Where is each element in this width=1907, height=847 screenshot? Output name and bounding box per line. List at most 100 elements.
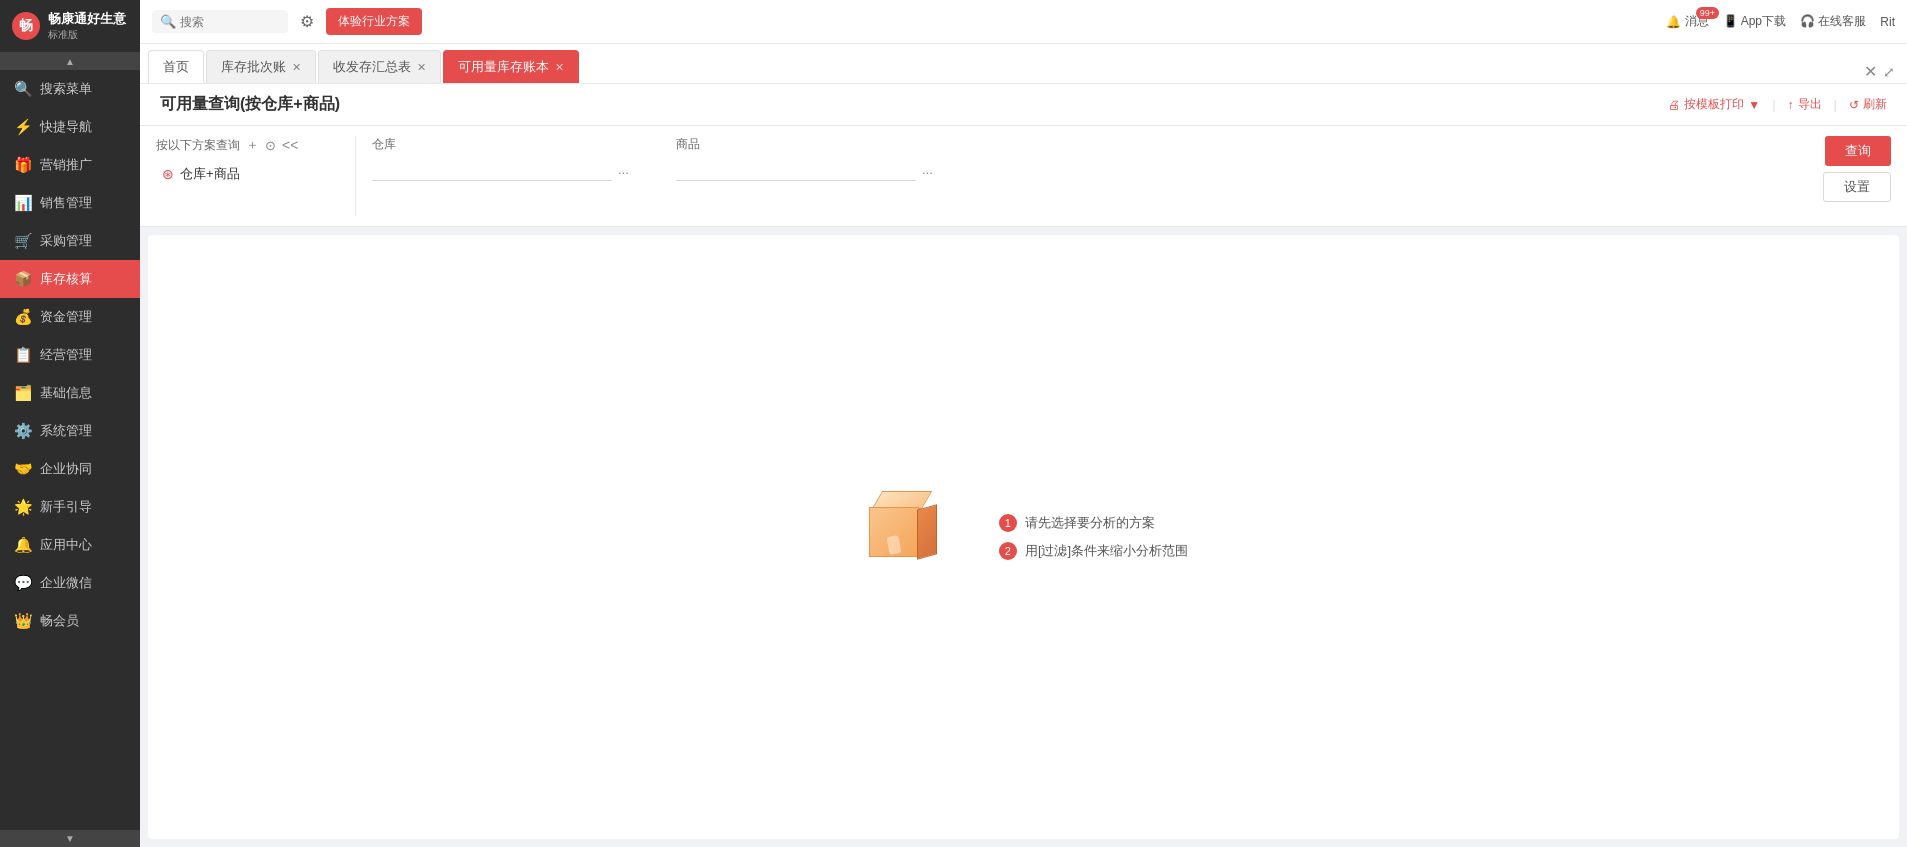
warehouse-input-row: ...: [372, 157, 652, 181]
goods-more-button[interactable]: ...: [922, 162, 933, 177]
sidebar-item-wechat[interactable]: 💬 企业微信: [0, 564, 140, 602]
sidebar-item-operations[interactable]: 📋 经营管理: [0, 336, 140, 374]
collapse-button[interactable]: <<: [282, 137, 298, 153]
chevron-down-icon: ▼: [1748, 98, 1760, 112]
column-settings-button[interactable]: 设置: [1823, 172, 1891, 202]
nav-icon-purchase: 🛒: [14, 232, 32, 250]
goods-input-row: ...: [676, 157, 956, 181]
gear-icon[interactable]: ⚙: [296, 8, 318, 35]
sidebar-item-purchase[interactable]: 🛒 采购管理: [0, 222, 140, 260]
tab-home[interactable]: 首页: [148, 50, 204, 83]
tab-available[interactable]: 可用量库存账本 ✕: [443, 50, 579, 83]
sidebar-title-block: 畅康通好生意 标准版: [48, 10, 126, 42]
scheme-label: 按以下方案查询 ＋ ⊙ <<: [156, 136, 343, 154]
tab-close-available[interactable]: ✕: [555, 61, 564, 74]
nav-icon-shortcuts: ⚡: [14, 118, 32, 136]
tabs-bar: 首页 库存批次账 ✕ 收发存汇总表 ✕ 可用量库存账本 ✕ ✕ ⤢: [140, 44, 1907, 84]
tip-number-2: 2: [999, 542, 1017, 560]
online-service-button[interactable]: 🎧 在线客服: [1800, 13, 1866, 30]
sidebar-item-enterprise[interactable]: 🤝 企业协同: [0, 450, 140, 488]
search-input[interactable]: [180, 15, 280, 29]
nav-label-basic: 基础信息: [40, 384, 92, 402]
sidebar-app-title: 畅康通好生意: [48, 10, 126, 28]
tab-label-home: 首页: [163, 58, 189, 76]
nav-label-inventory: 库存核算: [40, 270, 92, 288]
empty-tip-1: 1 请先选择要分析的方案: [999, 514, 1188, 532]
expand-button[interactable]: ⤢: [1883, 64, 1895, 80]
sidebar-item-appstore[interactable]: 🔔 应用中心: [0, 526, 140, 564]
nav-label-sales: 销售管理: [40, 194, 92, 212]
user-menu-button[interactable]: Rit: [1880, 15, 1895, 29]
refresh-icon: ↺: [1849, 98, 1859, 112]
empty-state: 1 请先选择要分析的方案 2 用[过滤]条件来缩小分析范围: [148, 235, 1899, 839]
warehouse-input[interactable]: [372, 157, 612, 181]
settings-scheme-button[interactable]: ⊙: [265, 138, 276, 153]
sidebar-item-marketing[interactable]: 🎁 营销推广: [0, 146, 140, 184]
tab-summary[interactable]: 收发存汇总表 ✕: [318, 50, 441, 83]
sidebar-nav: 🔍 搜索菜单 ⚡ 快捷导航 🎁 营销推广 📊 销售管理 🛒 采购管理 📦 库存核…: [0, 70, 140, 830]
sidebar-version: 标准版: [48, 28, 126, 42]
warehouse-filter-group: 仓库 ...: [372, 136, 652, 181]
nav-icon-operations: 📋: [14, 346, 32, 364]
nav-label-member: 畅会员: [40, 612, 79, 630]
add-scheme-button[interactable]: ＋: [246, 136, 259, 154]
goods-label: 商品: [676, 136, 956, 153]
topbar-search-box: 🔍: [152, 10, 288, 33]
sidebar-item-shortcuts[interactable]: ⚡ 快捷导航: [0, 108, 140, 146]
query-button[interactable]: 查询: [1825, 136, 1891, 166]
sidebar-item-system[interactable]: ⚙️ 系统管理: [0, 412, 140, 450]
sidebar-header: 畅 畅康通好生意 标准版: [0, 0, 140, 53]
nav-icon-system: ⚙️: [14, 422, 32, 440]
tab-close-summary[interactable]: ✕: [417, 61, 426, 74]
sidebar-item-search[interactable]: 🔍 搜索菜单: [0, 70, 140, 108]
app-download-button[interactable]: 📱 App下载: [1723, 13, 1786, 30]
box-3d-icon: [859, 487, 939, 567]
nav-icon-marketing: 🎁: [14, 156, 32, 174]
nav-label-shortcuts: 快捷导航: [40, 118, 92, 136]
main-area: 🔍 ⚙ 体验行业方案 🔔 消息 99+ 📱 App下载 🎧 在线客服 Rit: [140, 0, 1907, 847]
nav-icon-search: 🔍: [14, 80, 32, 98]
page-header: 可用量查询(按仓库+商品) 🖨 按模板打印 ▼ | ↑ 导出 | ↺ 刷新: [140, 84, 1907, 126]
nav-icon-basic: 🗂️: [14, 384, 32, 402]
industry-solution-button[interactable]: 体验行业方案: [326, 8, 422, 35]
empty-state-inner: 1 请先选择要分析的方案 2 用[过滤]条件来缩小分析范围: [859, 487, 1188, 587]
refresh-button[interactable]: ↺ 刷新: [1849, 96, 1887, 113]
scheme-item-warehouse-goods[interactable]: ⊛ 仓库+商品: [156, 162, 343, 186]
sidebar-item-basic[interactable]: 🗂️ 基础信息: [0, 374, 140, 412]
scheme-selector: 按以下方案查询 ＋ ⊙ << ⊛ 仓库+商品: [156, 136, 356, 216]
empty-tips: 1 请先选择要分析的方案 2 用[过滤]条件来缩小分析范围: [999, 514, 1188, 560]
sidebar-item-finance[interactable]: 💰 资金管理: [0, 298, 140, 336]
tab-label-available: 可用量库存账本: [458, 58, 549, 76]
tab-close-batch[interactable]: ✕: [292, 61, 301, 74]
goods-input[interactable]: [676, 157, 916, 181]
export-button[interactable]: ↑ 导出: [1788, 96, 1822, 113]
nav-icon-wechat: 💬: [14, 574, 32, 592]
close-tab-button[interactable]: ✕: [1864, 62, 1877, 81]
print-button[interactable]: 🖨 按模板打印 ▼: [1668, 96, 1760, 113]
notification-button[interactable]: 🔔 消息 99+: [1666, 13, 1709, 30]
tabs-bar-right: ✕ ⤢: [1864, 62, 1907, 83]
scheme-item-icon: ⊛: [162, 166, 174, 182]
sidebar-item-newbie[interactable]: 🌟 新手引导: [0, 488, 140, 526]
nav-label-system: 系统管理: [40, 422, 92, 440]
warehouse-more-button[interactable]: ...: [618, 162, 629, 177]
topbar: 🔍 ⚙ 体验行业方案 🔔 消息 99+ 📱 App下载 🎧 在线客服 Rit: [140, 0, 1907, 44]
sidebar-logo: 畅: [12, 12, 40, 40]
tab-label-batch: 库存批次账: [221, 58, 286, 76]
nav-icon-inventory: 📦: [14, 270, 32, 288]
nav-icon-enterprise: 🤝: [14, 460, 32, 478]
sidebar-item-inventory[interactable]: 📦 库存核算: [0, 260, 140, 298]
sidebar-scroll-down[interactable]: ▼: [0, 830, 140, 847]
headset-icon: 🎧: [1800, 14, 1815, 28]
sidebar-scroll-up[interactable]: ▲: [0, 53, 140, 70]
sidebar-item-member[interactable]: 👑 畅会员: [0, 602, 140, 640]
nav-icon-sales: 📊: [14, 194, 32, 212]
topbar-actions: 🔔 消息 99+ 📱 App下载 🎧 在线客服 Rit: [1666, 13, 1895, 30]
sidebar-item-sales[interactable]: 📊 销售管理: [0, 184, 140, 222]
tab-label-summary: 收发存汇总表: [333, 58, 411, 76]
tab-batch[interactable]: 库存批次账 ✕: [206, 50, 316, 83]
search-icon: 🔍: [160, 14, 176, 29]
nav-label-appstore: 应用中心: [40, 536, 92, 554]
query-actions: 查询 设置: [1823, 136, 1891, 202]
page-title: 可用量查询(按仓库+商品): [160, 94, 340, 115]
